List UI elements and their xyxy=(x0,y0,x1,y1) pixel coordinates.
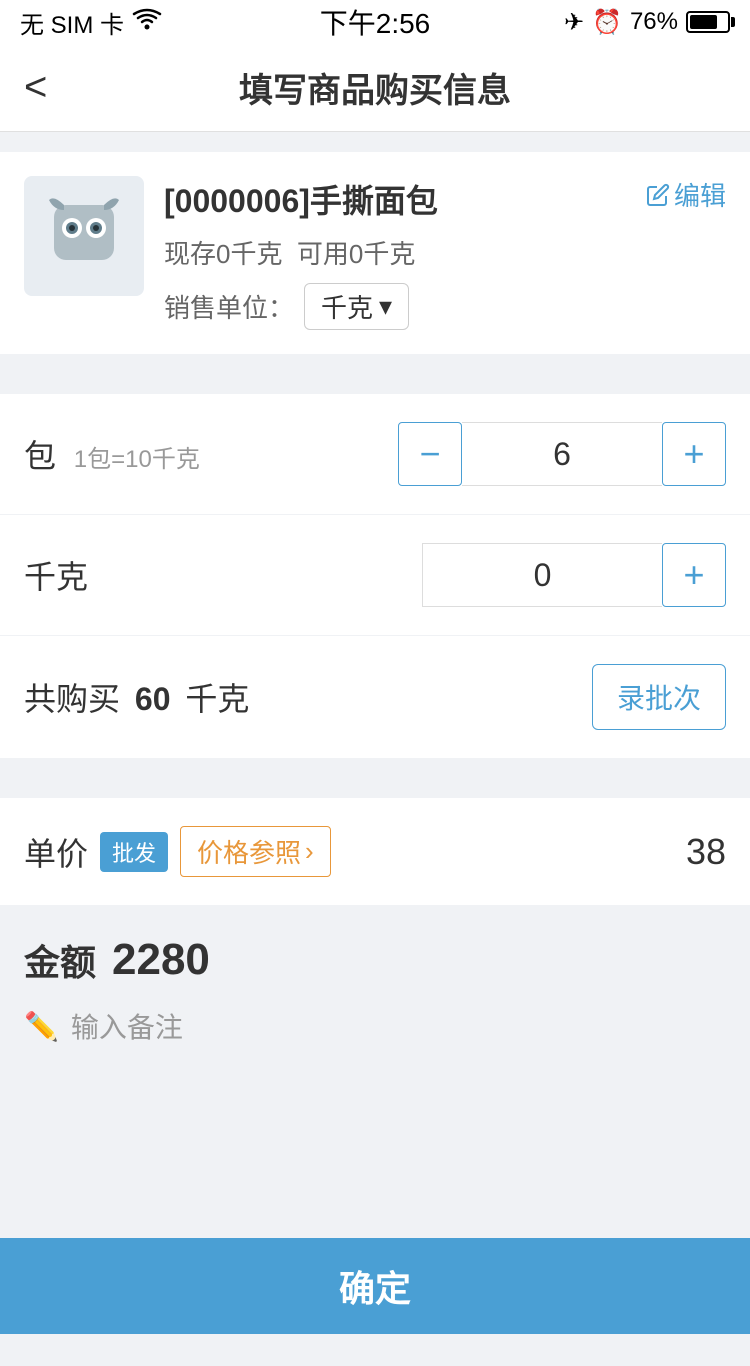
unit-value: 千克 xyxy=(321,288,373,325)
amount-row: 金额 2280 xyxy=(24,934,726,986)
bao-label: 包 xyxy=(24,438,56,474)
page-title: 填写商品购买信息 xyxy=(239,63,511,112)
edit-button[interactable]: 编辑 xyxy=(646,176,726,213)
price-reference-button[interactable]: 价格参照 › xyxy=(180,826,331,877)
back-button[interactable]: < xyxy=(24,65,47,110)
product-stock: 现存0千克 可用0千克 xyxy=(164,234,726,271)
price-label: 单价 xyxy=(24,829,88,875)
product-info: [0000006]手撕面包 编辑 现存0千克 可用0千克 销售单位： 千克 ▾ xyxy=(164,176,726,330)
bao-hint: 1包=10千克 xyxy=(74,446,200,473)
record-batch-button[interactable]: 录批次 xyxy=(592,664,726,730)
battery-icon xyxy=(686,11,730,33)
bao-decrement-button[interactable]: − xyxy=(398,422,462,486)
battery-percent: 76% xyxy=(630,8,678,36)
bao-quantity-input[interactable] xyxy=(462,422,662,486)
amount-section: 金额 2280 ✏️ 输入备注 xyxy=(0,906,750,1066)
unit-selector[interactable]: 千克 ▾ xyxy=(304,283,409,330)
price-left: 单价 批发 价格参照 › xyxy=(24,826,331,877)
price-section: 单价 批发 价格参照 › 38 xyxy=(0,798,750,906)
total-row: 共购买 60 千克 录批次 xyxy=(0,636,750,758)
quantity-section: 包 1包=10千克 − + 千克 + xyxy=(0,394,750,636)
kg-increment-button[interactable]: + xyxy=(662,543,726,607)
bao-increment-button[interactable]: + xyxy=(662,422,726,486)
price-ref-arrow-icon: › xyxy=(305,836,314,867)
price-value: 38 xyxy=(686,831,726,873)
product-unit-row: 销售单位： 千克 ▾ xyxy=(164,283,726,330)
location-icon: ✈ xyxy=(564,8,584,37)
nav-bar: < 填写商品购买信息 xyxy=(0,44,750,132)
product-owl-icon xyxy=(44,190,124,283)
divider-1 xyxy=(0,354,750,374)
amount-label: 金额 xyxy=(24,934,96,986)
carrier-text: 无 SIM 卡 xyxy=(20,5,124,40)
product-name: [0000006]手撕面包 xyxy=(164,176,438,222)
status-left: 无 SIM 卡 xyxy=(20,5,162,40)
status-bar: 无 SIM 卡 下午2:56 ✈ ⏰ 76% xyxy=(0,0,750,44)
remark-placeholder: 输入备注 xyxy=(71,1006,183,1046)
amount-value: 2280 xyxy=(112,935,210,985)
status-time: 下午2:56 xyxy=(320,2,431,42)
quantity-row-bao: 包 1包=10千克 − + xyxy=(0,394,750,515)
quantity-row-kg: 千克 + xyxy=(0,515,750,636)
bao-quantity-control: − + xyxy=(398,422,726,486)
price-ref-label: 价格参照 xyxy=(197,833,301,870)
kg-label: 千克 xyxy=(24,559,88,595)
pencil-icon: ✏️ xyxy=(24,1010,59,1043)
price-type-tag: 批发 xyxy=(100,832,168,872)
alarm-icon: ⏰ xyxy=(592,8,622,37)
price-row: 单价 批发 价格参照 › 38 xyxy=(24,826,726,877)
status-right: ✈ ⏰ 76% xyxy=(564,8,730,37)
kg-quantity-control: + xyxy=(422,543,726,607)
total-text: 共购买 60 千克 xyxy=(24,674,249,720)
total-value: 60 xyxy=(135,681,171,717)
edit-label: 编辑 xyxy=(674,176,726,213)
confirm-button[interactable]: 确定 xyxy=(0,1238,750,1334)
unit-label: 销售单位： xyxy=(164,288,294,325)
quantity-label-kg: 千克 xyxy=(24,552,422,598)
product-card: [0000006]手撕面包 编辑 现存0千克 可用0千克 销售单位： 千克 ▾ xyxy=(0,152,750,354)
unit-dropdown-icon: ▾ xyxy=(379,291,392,322)
product-image xyxy=(24,176,144,296)
quantity-label-bao: 包 1包=10千克 xyxy=(24,431,398,477)
divider-2 xyxy=(0,758,750,778)
kg-quantity-input[interactable] xyxy=(422,543,662,607)
wifi-icon xyxy=(132,8,162,37)
remark-row[interactable]: ✏️ 输入备注 xyxy=(24,1006,726,1046)
